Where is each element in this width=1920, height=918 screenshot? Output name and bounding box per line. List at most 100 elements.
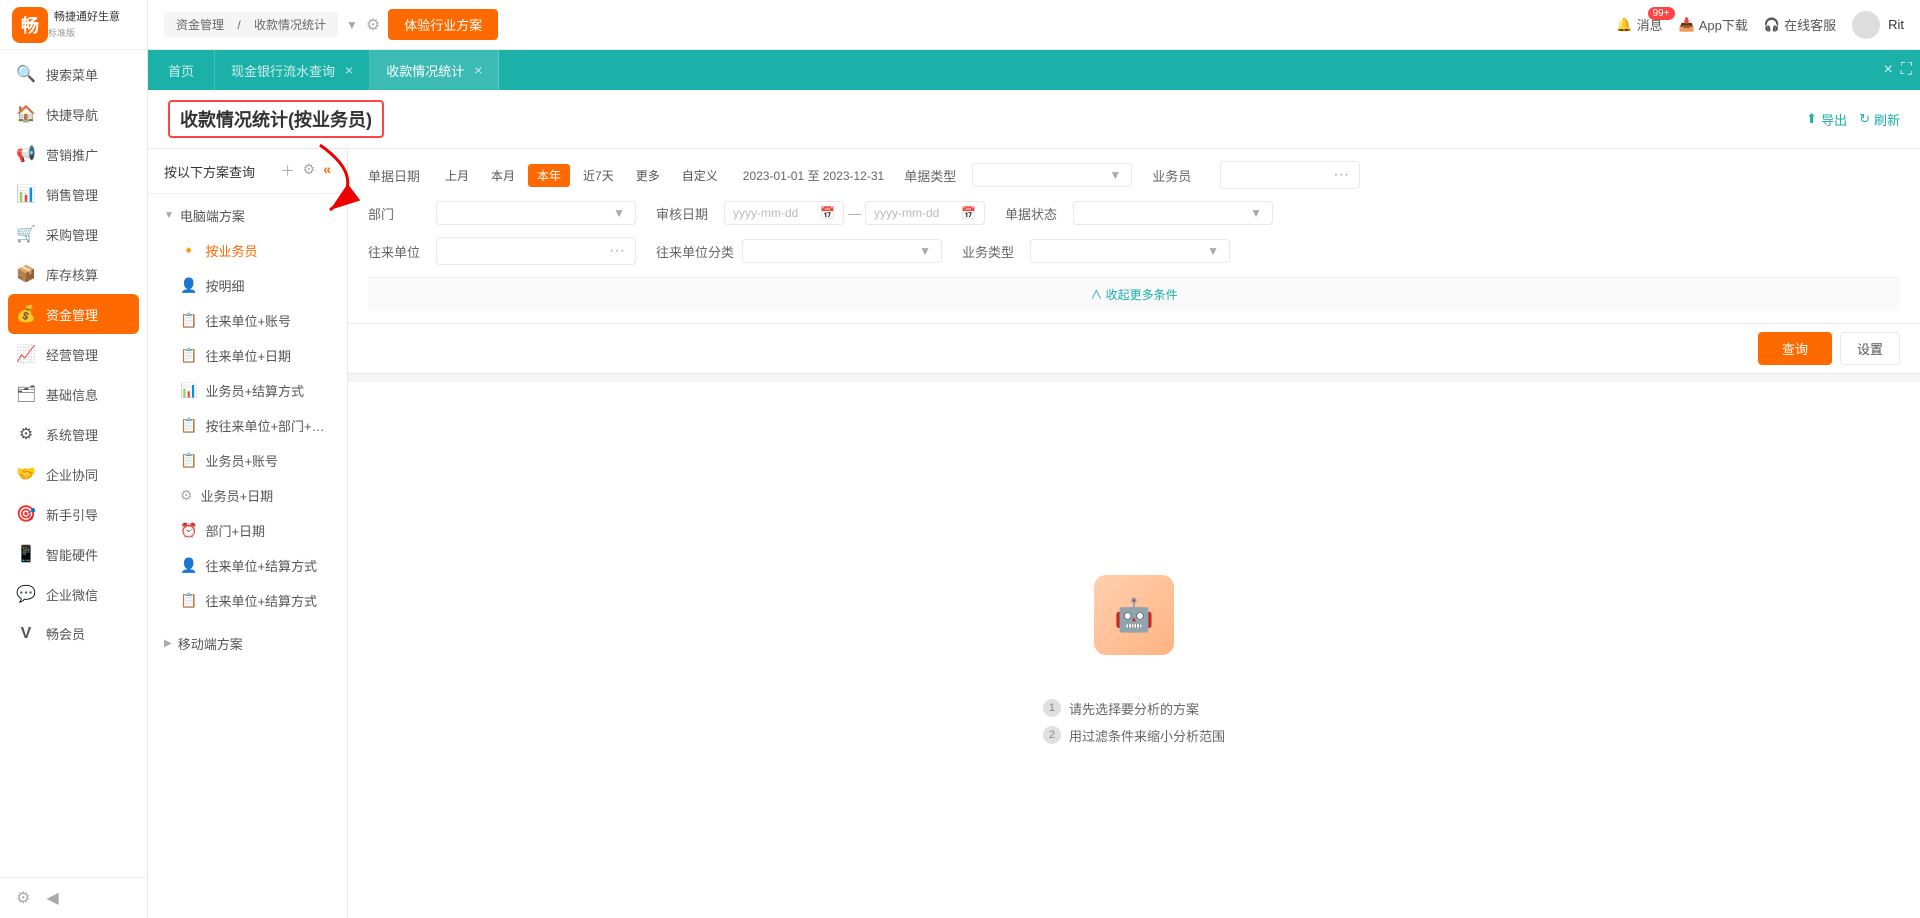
voucher-type-label: 单据类型 bbox=[904, 166, 964, 185]
desktop-group-label: 电脑端方案 bbox=[180, 206, 245, 225]
scheme-ua-icon: 📋 bbox=[180, 312, 197, 329]
sidebar-item-system[interactable]: ⚙ 系统管理 bbox=[0, 414, 147, 454]
date-tab-this-month[interactable]: 本月 bbox=[482, 164, 524, 187]
sidebar-nav: 🔍 搜索菜单 🏠 快捷导航 📢 营销推广 📊 销售管理 🛒 采购管理 📦 库存核… bbox=[0, 50, 147, 877]
scheme-detail-icon: 👤 bbox=[180, 277, 197, 294]
scheme-item-unit-settle2[interactable]: 📋 往来单位+结算方式 bbox=[148, 583, 347, 618]
purchase-icon: 🛒 bbox=[16, 224, 36, 244]
robot-body: 🤖 bbox=[1094, 575, 1174, 655]
date-tab-this-year[interactable]: 本年 bbox=[528, 164, 570, 187]
settings-bottom-icon[interactable]: ⚙ bbox=[16, 888, 30, 908]
sidebar: 畅 畅捷通好生意 标准版 🔍 搜索菜单 🏠 快捷导航 📢 营销推广 📊 销售管理… bbox=[0, 0, 148, 918]
scheme-item-detail[interactable]: 👤 按明细 bbox=[148, 268, 347, 303]
scheme-item-salesman[interactable]: 🔸 按业务员 bbox=[148, 233, 347, 268]
date-tab-custom[interactable]: 自定义 bbox=[673, 164, 727, 187]
operation-icon: 📈 bbox=[16, 344, 36, 364]
collapse-more-btn[interactable]: ∧ 收起更多条件 bbox=[368, 277, 1900, 311]
sidebar-item-corp[interactable]: 🤝 企业协同 bbox=[0, 454, 147, 494]
refresh-button[interactable]: ↻ 刷新 bbox=[1859, 110, 1900, 129]
filter-group-date: 单据日期 上月 本月 本年 近7天 更多 自定义 2023-01-01 至 20… bbox=[368, 164, 884, 187]
sidebar-item-search[interactable]: 🔍 搜索菜单 bbox=[0, 54, 147, 94]
online-service-button[interactable]: 🎧 在线客服 bbox=[1764, 15, 1836, 34]
sidebar-item-basic[interactable]: 🗂 基础信息 bbox=[0, 374, 147, 414]
calendar-end-icon: 📅 bbox=[961, 206, 976, 220]
scheme-item-unit-account[interactable]: 📋 往来单位+账号 bbox=[148, 303, 347, 338]
scheme-item-unit-date[interactable]: 📋 往来单位+日期 bbox=[148, 338, 347, 373]
sidebar-item-purchase[interactable]: 🛒 采购管理 bbox=[0, 214, 147, 254]
sidebar-item-sales[interactable]: 📊 销售管理 bbox=[0, 174, 147, 214]
sidebar-item-inventory[interactable]: 📦 库存核算 bbox=[0, 254, 147, 294]
tab-close-all-icon[interactable]: × bbox=[1883, 61, 1892, 79]
app-download-button[interactable]: 📥 App下载 bbox=[1679, 15, 1748, 34]
counterparty-select[interactable]: ··· bbox=[436, 237, 636, 265]
user-avatar bbox=[1852, 11, 1880, 39]
scheme-item-unit-settle1[interactable]: 👤 往来单位+结算方式 bbox=[148, 548, 347, 583]
collapse-icon[interactable]: ◀ bbox=[46, 888, 58, 908]
tab-cash-flow-close[interactable]: × bbox=[345, 62, 353, 78]
right-panel: 单据日期 上月 本月 本年 近7天 更多 自定义 2023-01-01 至 20… bbox=[348, 149, 1920, 918]
date-tab-last-month[interactable]: 上月 bbox=[436, 164, 478, 187]
sidebar-item-quicknav[interactable]: 🏠 快捷导航 bbox=[0, 94, 147, 134]
date-tab-more[interactable]: 更多 bbox=[627, 164, 669, 187]
breadcrumb-text: 资金管理 / 收款情况统计 bbox=[176, 18, 326, 32]
counterparty-dots[interactable]: ··· bbox=[609, 242, 625, 260]
scheme-sdate-label: 业务员+日期 bbox=[201, 486, 331, 505]
logo-area: 畅 畅捷通好生意 标准版 bbox=[0, 0, 147, 50]
scheme-udept-icon: 📋 bbox=[180, 417, 197, 434]
notification-button[interactable]: 🔔 消息 99+ bbox=[1616, 15, 1662, 34]
left-panel: 按以下方案查询 ＋ ⚙ « ▼ 电脑端方案 🔸 按业务员 👤 bbox=[148, 149, 348, 918]
tab-home[interactable]: 首页 bbox=[148, 50, 215, 90]
salesman-dots[interactable]: ··· bbox=[1333, 166, 1349, 184]
scheme-us2-icon: 📋 bbox=[180, 592, 197, 609]
collapse-panel-icon[interactable]: « bbox=[323, 161, 331, 181]
dept-label: 部门 bbox=[368, 204, 428, 223]
voucher-type-arrow: ▼ bbox=[1109, 168, 1121, 182]
sidebar-label-sales: 销售管理 bbox=[46, 185, 98, 204]
export-button[interactable]: ⬆ 导出 bbox=[1806, 110, 1847, 129]
dept-select[interactable]: ▼ bbox=[436, 201, 636, 225]
tab-cash-flow[interactable]: 现金银行流水查询 × bbox=[215, 50, 370, 90]
topbar-settings-icon[interactable]: ⚙ bbox=[366, 15, 380, 35]
robot-illustration: 🤖 bbox=[1074, 555, 1194, 675]
voucher-type-select[interactable]: ▼ bbox=[972, 163, 1132, 187]
trial-button[interactable]: 体验行业方案 bbox=[388, 9, 498, 40]
query-button[interactable]: 查询 bbox=[1758, 332, 1832, 365]
sidebar-item-hardware[interactable]: 📱 智能硬件 bbox=[0, 534, 147, 574]
sidebar-item-member[interactable]: V 畅会员 bbox=[0, 614, 147, 653]
sidebar-item-operation[interactable]: 📈 经营管理 bbox=[0, 334, 147, 374]
voucher-status-arrow: ▼ bbox=[1250, 206, 1262, 220]
sidebar-item-capital[interactable]: 💰 资金管理 bbox=[8, 294, 139, 334]
sidebar-item-marketing[interactable]: 📢 营销推广 bbox=[0, 134, 147, 174]
topbar-left: 资金管理 / 收款情况统计 ▼ ⚙ 体验行业方案 bbox=[164, 9, 498, 40]
panel-header: 按以下方案查询 ＋ ⚙ « bbox=[148, 149, 347, 194]
tab-receipt-stats-close[interactable]: × bbox=[474, 62, 482, 78]
sidebar-label-capital: 资金管理 bbox=[46, 305, 98, 324]
cp-category-select[interactable]: ▼ bbox=[742, 239, 942, 263]
salesman-select[interactable]: ··· bbox=[1220, 161, 1360, 189]
desktop-group-title[interactable]: ▼ 电脑端方案 bbox=[148, 198, 347, 233]
scheme-item-dept-date[interactable]: ⏰ 部门+日期 bbox=[148, 513, 347, 548]
date-tab-7days[interactable]: 近7天 bbox=[574, 164, 623, 187]
tab-receipt-stats[interactable]: 收款情况统计 × bbox=[370, 50, 499, 90]
scheme-settings-icon[interactable]: ⚙ bbox=[303, 161, 316, 181]
add-scheme-icon[interactable]: ＋ bbox=[281, 161, 295, 181]
setting-button[interactable]: 设置 bbox=[1840, 332, 1900, 365]
voucher-status-select[interactable]: ▼ bbox=[1073, 201, 1273, 225]
scheme-item-sales-date[interactable]: ⚙ 业务员+日期 bbox=[148, 478, 347, 513]
user-area[interactable]: Rit bbox=[1852, 11, 1904, 39]
review-date-end-input[interactable]: yyyy-mm-dd 📅 bbox=[865, 201, 985, 225]
tab-bar: 首页 现金银行流水查询 × 收款情况统计 × × ⛶ bbox=[148, 50, 1920, 90]
sidebar-item-guide[interactable]: 🎯 新手引导 bbox=[0, 494, 147, 534]
filter-group-review-date: 审核日期 yyyy-mm-dd 📅 — yyyy-mm-dd 📅 bbox=[656, 201, 985, 225]
scheme-item-sales-settle[interactable]: 📊 业务员+结算方式 bbox=[148, 373, 347, 408]
business-type-select[interactable]: ▼ bbox=[1030, 239, 1230, 263]
review-date-start-input[interactable]: yyyy-mm-dd 📅 bbox=[724, 201, 844, 225]
filter-group-business-type: 业务类型 ▼ bbox=[962, 239, 1230, 263]
scheme-item-sales-account[interactable]: 📋 业务员+账号 bbox=[148, 443, 347, 478]
mobile-group-title[interactable]: ▶ 移动端方案 bbox=[148, 626, 347, 661]
scheme-item-unit-dept[interactable]: 📋 按往来单位+部门+收... bbox=[148, 408, 347, 443]
filter-area: 单据日期 上月 本月 本年 近7天 更多 自定义 2023-01-01 至 20… bbox=[348, 149, 1920, 324]
sidebar-label-corp: 企业协同 bbox=[46, 465, 98, 484]
tab-expand-icon[interactable]: ⛶ bbox=[1901, 61, 1912, 79]
sidebar-item-wechat[interactable]: 💬 企业微信 bbox=[0, 574, 147, 614]
